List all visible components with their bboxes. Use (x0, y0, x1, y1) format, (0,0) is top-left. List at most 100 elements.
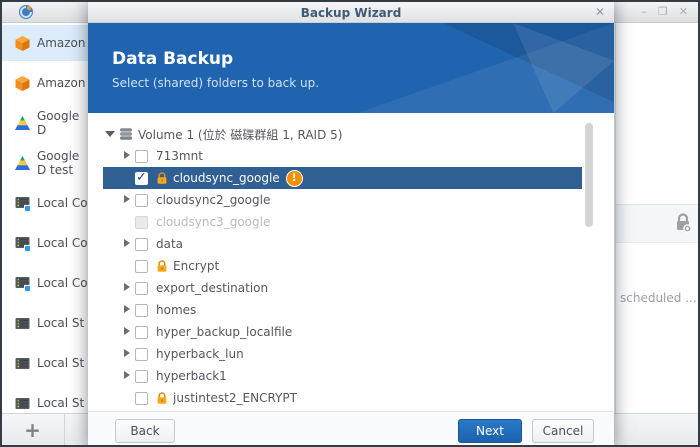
checkbox[interactable] (135, 149, 148, 163)
server-sync-icon (14, 235, 31, 252)
toolbar-divider (64, 414, 65, 445)
tree-row-label: hyper_backup_localfile (156, 325, 293, 339)
tree-row-label: export_destination (156, 281, 269, 295)
tree-row[interactable]: cloudsync3_google (103, 211, 582, 233)
sidebar-item[interactable]: Amazon (2, 63, 88, 103)
sidebar-item-label: Google D (37, 109, 80, 137)
checkbox[interactable] (135, 170, 148, 185)
detail-toolbar (616, 204, 698, 243)
expander-icon[interactable] (119, 150, 135, 162)
close-icon[interactable]: ✕ (595, 2, 605, 22)
checkbox[interactable] (135, 193, 148, 207)
sidebar-item-label: Google D test (37, 149, 80, 177)
google-drive-icon (14, 155, 31, 172)
shared-folder-tree: Volume 1 (位於 磁碟群組 1, RAID 5) 713mnt clou… (103, 123, 582, 405)
sidebar-item[interactable]: Local St (2, 303, 88, 343)
expander-icon[interactable] (119, 304, 135, 316)
amazon-cube-icon (14, 35, 31, 52)
sidebar-item-label: Local Co (37, 236, 88, 250)
checkbox[interactable] (135, 391, 148, 405)
server-sync-icon (14, 275, 31, 292)
server-icon (14, 315, 31, 332)
checkbox[interactable] (135, 347, 148, 361)
checkbox[interactable] (135, 303, 148, 317)
server-icon (14, 355, 31, 372)
minimize-icon[interactable]: – (641, 2, 647, 22)
sidebar-item[interactable]: Local Co (2, 223, 88, 263)
tree-row[interactable]: export_destination (103, 277, 582, 299)
lock-icon (156, 391, 168, 405)
tree-row-label: Encrypt (173, 259, 220, 273)
expander-icon[interactable] (119, 348, 135, 360)
checkbox[interactable] (135, 259, 148, 273)
checkbox[interactable] (135, 281, 148, 295)
cancel-button[interactable]: Cancel (532, 419, 594, 443)
tree-row-label: hyperback1 (156, 369, 227, 383)
sidebar-item[interactable]: Google D test (2, 143, 88, 183)
tree-row-label: hyperback_lun (156, 347, 244, 361)
tree-row-label: cloudsync2_google (156, 193, 271, 207)
tree-row-label: Volume 1 (位於 磁碟群組 1, RAID 5) (138, 127, 343, 142)
task-detail-panel: scheduled ... (615, 23, 698, 443)
tree-row-label: cloudsync3_google (156, 215, 271, 229)
backup-wizard-dialog: Backup Wizard ✕ Data Backup Select (shar… (88, 2, 614, 445)
tree-row-label: justintest2_ENCRYPT (173, 391, 297, 405)
close-icon[interactable]: ✕ (679, 2, 688, 22)
expander-icon[interactable] (119, 194, 135, 206)
expander-icon[interactable] (119, 238, 135, 250)
sidebar-item-label: Local St (37, 316, 85, 330)
dialog-titlebar[interactable]: Backup Wizard ✕ (88, 2, 614, 23)
lock-icon (156, 259, 168, 273)
hyper-backup-app-icon (18, 4, 34, 20)
page-title: Data Backup (112, 49, 234, 69)
expander-icon[interactable] (119, 326, 135, 338)
tree-row[interactable]: cloudsync2_google (103, 189, 582, 211)
server-icon (14, 395, 31, 412)
tree-row[interactable]: hyper_backup_localfile (103, 321, 582, 343)
sidebar-item[interactable]: Local Co (2, 263, 88, 303)
sidebar-item[interactable]: Amazon (2, 23, 88, 63)
sidebar-item[interactable]: Local St (2, 343, 88, 383)
window-controls: – ❐ ✕ (641, 2, 688, 22)
back-button[interactable]: Back (115, 419, 175, 443)
expander-icon[interactable] (119, 370, 135, 382)
sidebar-item-label: Local Co (37, 196, 88, 210)
tree-row[interactable]: Volume 1 (位於 磁碟群組 1, RAID 5) (103, 123, 582, 145)
page-subtitle: Select (shared) folders to back up. (112, 76, 320, 90)
tree-row[interactable]: data (103, 233, 582, 255)
tree-row[interactable]: justintest2_ENCRYPT (103, 387, 582, 405)
tree-row[interactable]: 713mnt (103, 145, 582, 167)
tree-row-label: homes (156, 303, 197, 317)
lock-gear-icon[interactable] (674, 213, 692, 233)
checkbox[interactable] (135, 325, 148, 339)
tree-row[interactable]: homes (103, 299, 582, 321)
screen: – ❐ ✕ Amazon Amazon Google D Google D te… (0, 0, 700, 447)
checkbox[interactable] (135, 237, 148, 251)
checkbox[interactable] (135, 369, 148, 383)
server-sync-icon (14, 195, 31, 212)
expander-icon[interactable] (103, 128, 119, 140)
sidebar-item-label: Amazon (37, 76, 86, 90)
expander-icon[interactable] (119, 282, 135, 294)
tree-row[interactable]: hyperback_lun (103, 343, 582, 365)
sidebar-item[interactable]: Google D (2, 103, 88, 143)
sidebar-item-label: Local St (37, 396, 85, 410)
tree-row[interactable]: cloudsync_google (103, 167, 582, 189)
dialog-title: Backup Wizard (300, 6, 402, 20)
sidebar-item-label: Amazon (37, 36, 86, 50)
sidebar-item[interactable]: Local Co (2, 183, 88, 223)
sidebar-item-label: Local Co (37, 276, 88, 290)
checkbox[interactable] (135, 215, 148, 229)
tree-row[interactable]: hyperback1 (103, 365, 582, 387)
next-button[interactable]: Next (458, 419, 522, 443)
add-task-button[interactable]: + (2, 414, 63, 445)
tree-row[interactable]: Encrypt (103, 255, 582, 277)
scrollbar-thumb[interactable] (585, 123, 593, 227)
maximize-icon[interactable]: ❐ (658, 2, 668, 22)
schedule-text: scheduled ... (620, 291, 697, 305)
sidebar-item-label: Local St (37, 356, 85, 370)
dialog-content: Volume 1 (位於 磁碟群組 1, RAID 5) 713mnt clou… (88, 113, 614, 411)
sidebar-item[interactable]: Local St (2, 383, 88, 412)
google-drive-icon (14, 115, 31, 132)
tree-row-label: cloudsync_google (173, 171, 280, 185)
